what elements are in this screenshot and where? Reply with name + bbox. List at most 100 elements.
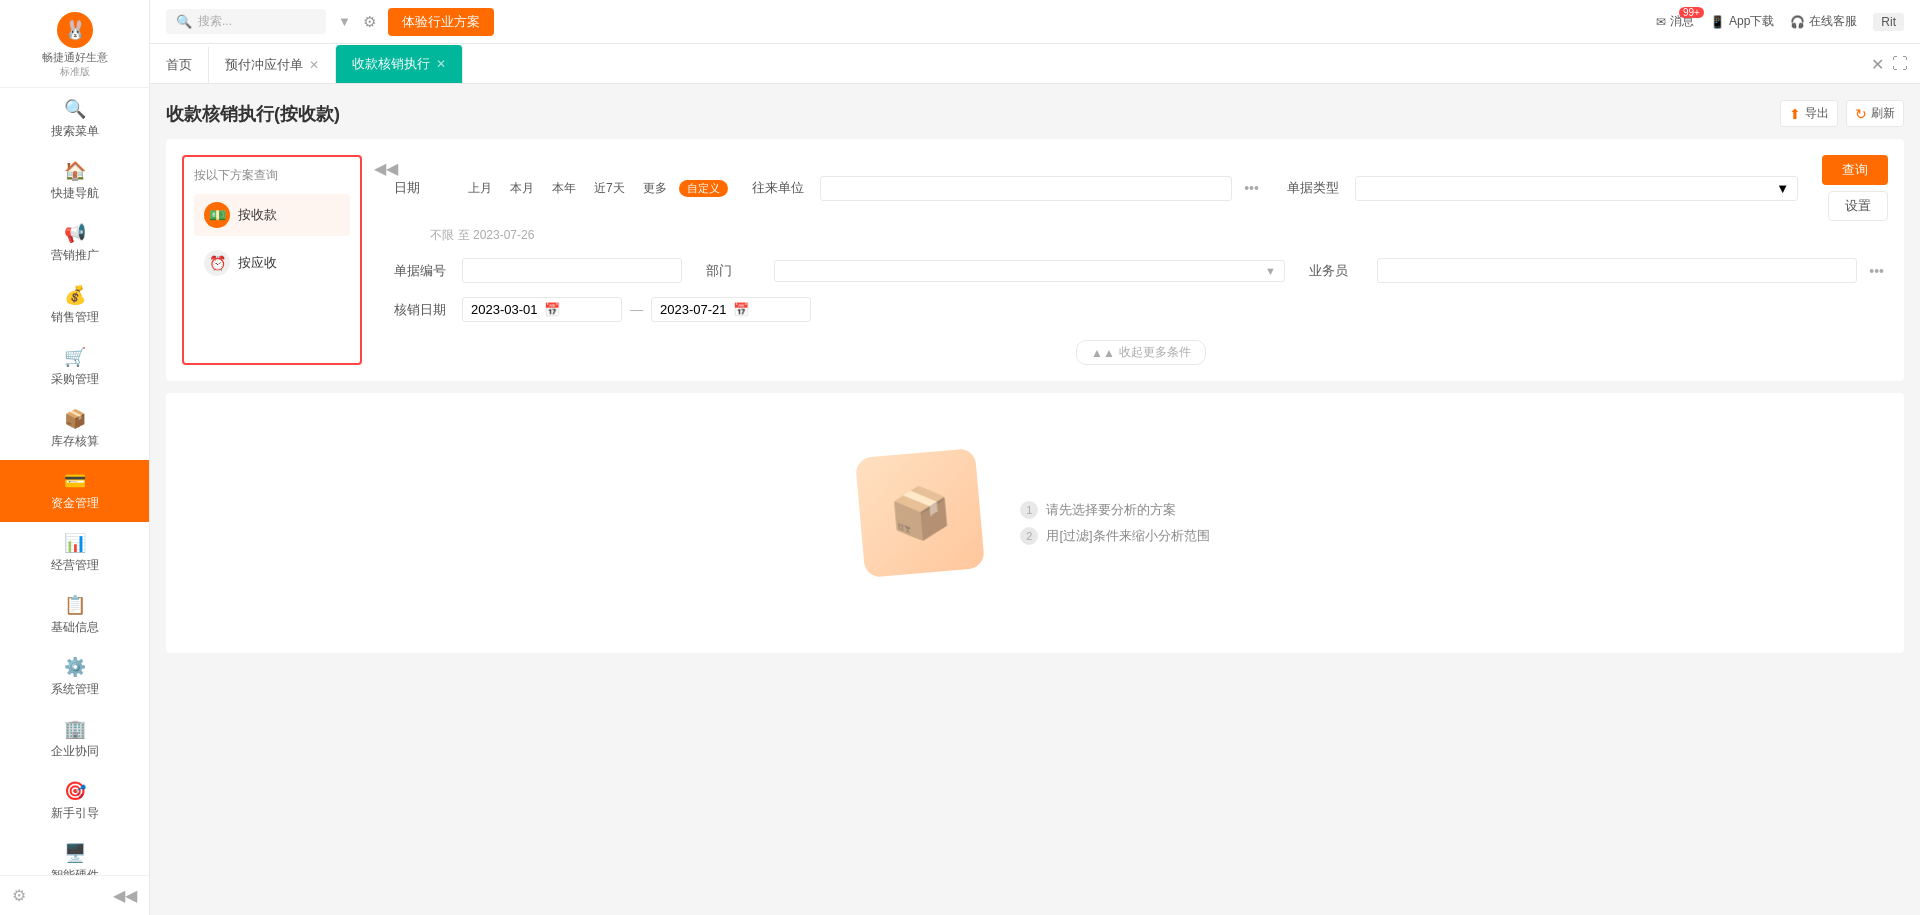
filter-scheme-title: 按以下方案查询	[194, 167, 350, 184]
page-content: 收款核销执行(按收款) ⬆ 导出 ↻ 刷新 按以下方案查询 💵 按收款	[150, 84, 1920, 915]
tab-bar: 首页 预付冲应付单 ✕ 收款核销执行 ✕ ✕ ⛶	[150, 44, 1920, 84]
refresh-btn[interactable]: ↻ 刷新	[1846, 100, 1904, 127]
sidebar-item-sales[interactable]: 💰 销售管理	[0, 274, 149, 336]
empty-state: 📦 1 请先选择要分析的方案 2 用[过滤]条件来缩小分析范围	[166, 393, 1904, 653]
collapse-up-icon: ▲▲	[1091, 346, 1115, 360]
header-service-btn[interactable]: 🎧 在线客服	[1790, 13, 1857, 30]
export-btn[interactable]: ⬆ 导出	[1780, 100, 1838, 127]
date-more-btn[interactable]: 更多	[637, 178, 673, 199]
sidebar-item-system[interactable]: ⚙️ 系统管理	[0, 646, 149, 708]
header-user[interactable]: Rit	[1873, 13, 1904, 31]
staff-field: 业务员 •••	[1309, 258, 1888, 283]
staff-label: 业务员	[1309, 262, 1369, 280]
dropdown-chevron-icon[interactable]: ▼	[338, 14, 351, 29]
logo-text: 畅捷通好生意	[42, 50, 108, 65]
filter-option-by-receivable[interactable]: ⏰ 按应收	[194, 242, 350, 284]
header-gear-icon[interactable]: ⚙	[363, 13, 376, 31]
header-app-btn[interactable]: 📱 App下载	[1710, 13, 1774, 30]
verify-date-start-input[interactable]: 2023-03-01 📅	[462, 297, 622, 322]
filter-row-3: 核销日期 2023-03-01 📅 — 2023-07-21	[394, 297, 1888, 322]
empty-illustration: 📦	[855, 448, 985, 578]
hardware-icon: 🖥️	[64, 842, 86, 864]
marketing-icon: 📢	[64, 222, 86, 244]
tab-receipt-offset[interactable]: 收款核销执行 ✕	[336, 45, 463, 83]
sidebar-item-purchase[interactable]: 🛒 采购管理	[0, 336, 149, 398]
tab-bar-right: ✕ ⛶	[1871, 54, 1908, 73]
service-icon: 🎧	[1790, 15, 1805, 29]
sidebar-item-quick-nav[interactable]: 🏠 快捷导航	[0, 150, 149, 212]
dept-select[interactable]: ▼	[774, 260, 1285, 282]
sidebar-label: 搜索菜单	[51, 123, 99, 140]
sidebar-item-search-menu[interactable]: 🔍 搜索菜单	[0, 88, 149, 150]
receipt-tab-close-icon[interactable]: ✕	[436, 57, 446, 71]
sidebar-item-marketing[interactable]: 📢 营销推广	[0, 212, 149, 274]
sidebar-label: 系统管理	[51, 681, 99, 698]
date-label: 日期	[394, 179, 454, 197]
main-area: 🔍 搜索... ▼ ⚙ 体验行业方案 ✉ 消息 99+ 📱 App下载 🎧 在线…	[150, 0, 1920, 915]
date-custom-tag[interactable]: 自定义	[679, 180, 728, 197]
collapse-btn[interactable]: ▲▲ 收起更多条件	[1076, 340, 1206, 365]
search-icon: 🔍	[176, 14, 192, 29]
sidebar-item-guide[interactable]: 🎯 新手引导	[0, 770, 149, 832]
date-to-text: 至 2023-07-26	[458, 228, 535, 242]
date-last-month-btn[interactable]: 上月	[462, 178, 498, 199]
header-msg-btn[interactable]: ✉ 消息 99+	[1656, 13, 1694, 30]
by-receivable-label: 按应收	[238, 254, 277, 272]
sidebar-item-base-info[interactable]: 📋 基础信息	[0, 584, 149, 646]
partner-label: 往来单位	[752, 179, 812, 197]
sidebar-item-inventory[interactable]: 📦 库存核算	[0, 398, 149, 460]
verify-date-end-input[interactable]: 2023-07-21 📅	[651, 297, 811, 322]
top-header: 🔍 搜索... ▼ ⚙ 体验行业方案 ✉ 消息 99+ 📱 App下载 🎧 在线…	[150, 0, 1920, 44]
date-field: 日期 上月 本月 本年 近7天 更多 自定义	[394, 178, 728, 199]
date-unlimit-text: 不限	[430, 228, 454, 242]
date-this-month-btn[interactable]: 本月	[504, 178, 540, 199]
date-this-year-btn[interactable]: 本年	[546, 178, 582, 199]
enterprise-icon: 🏢	[64, 718, 86, 740]
partner-input[interactable]	[820, 176, 1232, 201]
sidebar-item-enterprise[interactable]: 🏢 企业协同	[0, 708, 149, 770]
by-receivable-icon: ⏰	[204, 250, 230, 276]
verify-date-start-cal-icon[interactable]: 📅	[544, 302, 560, 317]
tip-num-1: 1	[1020, 501, 1038, 519]
staff-input[interactable]	[1377, 258, 1857, 283]
empty-tip-2: 2 用[过滤]条件来缩小分析范围	[1020, 527, 1209, 545]
sales-icon: 💰	[64, 284, 86, 306]
settings-btn[interactable]: 设置	[1828, 191, 1888, 221]
verify-date-end-cal-icon[interactable]: 📅	[733, 302, 749, 317]
tab-prepay-offset[interactable]: 预付冲应付单 ✕	[209, 47, 336, 83]
sidebar-label: 快捷导航	[51, 185, 99, 202]
date-7days-btn[interactable]: 近7天	[588, 178, 631, 199]
sidebar-item-operations[interactable]: 📊 经营管理	[0, 522, 149, 584]
staff-more-icon[interactable]: •••	[1865, 263, 1888, 279]
dept-field: 部门 ▼	[706, 260, 1285, 282]
header-search-text: 搜索...	[198, 13, 232, 30]
filter-option-by-receipt[interactable]: 💵 按收款	[194, 194, 350, 236]
tab-home[interactable]: 首页	[150, 47, 209, 83]
prepay-tab-close-icon[interactable]: ✕	[309, 58, 319, 72]
bill-type-select[interactable]: ▼	[1355, 176, 1798, 201]
sidebar-label: 智能硬件	[51, 867, 99, 875]
industry-btn[interactable]: 体验行业方案	[388, 8, 494, 36]
collapse-row: ▲▲ 收起更多条件	[394, 340, 1888, 365]
header-search-area[interactable]: 🔍 搜索...	[166, 9, 326, 34]
guide-icon: 🎯	[64, 780, 86, 802]
sidebar-label: 库存核算	[51, 433, 99, 450]
partner-more-icon[interactable]: •••	[1240, 180, 1263, 196]
bill-type-dropdown-icon: ▼	[1776, 181, 1789, 196]
base-info-icon: 📋	[64, 594, 86, 616]
bill-no-input[interactable]	[462, 258, 682, 283]
tab-expand-icon[interactable]: ⛶	[1892, 54, 1908, 73]
sidebar-collapse-icon[interactable]: ◀◀	[113, 886, 137, 905]
tab-close-all-icon[interactable]: ✕	[1871, 54, 1884, 73]
sidebar-label: 经营管理	[51, 557, 99, 574]
app-icon: 📱	[1710, 15, 1725, 29]
sidebar: 🐰 畅捷通好生意 标准版 🔍 搜索菜单 🏠 快捷导航 📢 营销推广 💰 销售管理…	[0, 0, 150, 915]
sidebar-settings-icon[interactable]: ⚙	[12, 886, 26, 905]
operations-icon: 📊	[64, 532, 86, 554]
sidebar-item-finance[interactable]: 💳 资金管理	[0, 460, 149, 522]
query-btn[interactable]: 查询	[1822, 155, 1888, 185]
dept-label: 部门	[706, 262, 766, 280]
export-icon: ⬆	[1789, 106, 1801, 122]
page-title: 收款核销执行(按收款)	[166, 102, 340, 126]
sidebar-item-hardware[interactable]: 🖥️ 智能硬件	[0, 832, 149, 875]
